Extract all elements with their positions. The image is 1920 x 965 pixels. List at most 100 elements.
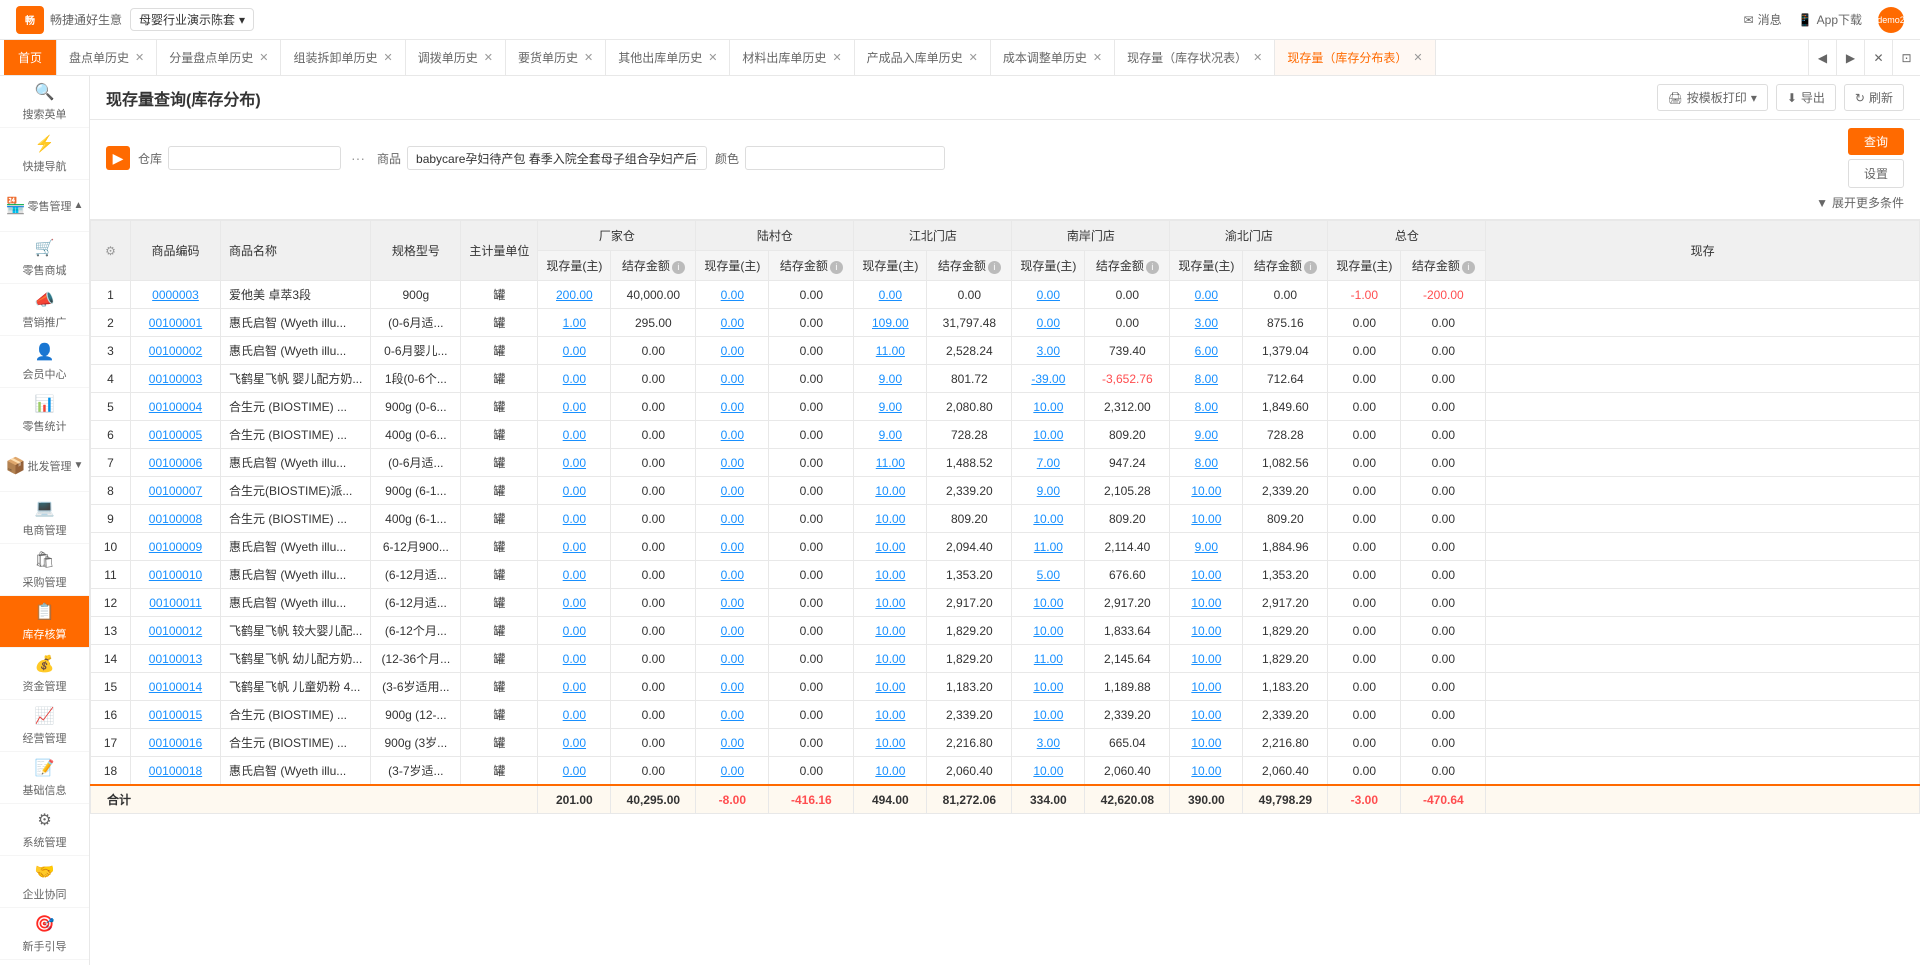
color-input[interactable] bbox=[745, 146, 945, 170]
cell-jb-amt: 2,528.24 bbox=[927, 337, 1012, 365]
close-icon[interactable]: ✕ bbox=[584, 51, 593, 64]
tab-product-in[interactable]: 产成品入库单历史 ✕ bbox=[855, 40, 991, 76]
refresh-btn[interactable]: ↻ 刷新 bbox=[1844, 84, 1904, 111]
settings-icon[interactable]: ⚙ bbox=[105, 244, 116, 258]
tab-stock-dist[interactable]: 现存量（库存分布表） ✕ bbox=[1275, 40, 1435, 76]
close-icon[interactable]: ✕ bbox=[1253, 51, 1262, 64]
warehouse-input[interactable] bbox=[168, 146, 341, 170]
code-link[interactable]: 00100015 bbox=[149, 708, 202, 722]
sidebar-item-retail-mgmt[interactable]: 🏪 零售管理 ▲ bbox=[0, 180, 89, 232]
sidebar-item-member[interactable]: 👤 会员中心 bbox=[0, 336, 89, 388]
tab-next-btn[interactable]: ▶ bbox=[1836, 40, 1864, 76]
cell-na-amt: 809.20 bbox=[1085, 421, 1170, 449]
code-link[interactable]: 00100011 bbox=[149, 596, 202, 610]
info-icon[interactable]: i bbox=[988, 261, 1001, 274]
code-link[interactable]: 00100013 bbox=[149, 652, 202, 666]
user-menu[interactable]: demo2 bbox=[1878, 7, 1904, 33]
close-icon[interactable]: ✕ bbox=[708, 51, 717, 64]
tab-stock-status[interactable]: 现存量（库存状况表） ✕ bbox=[1115, 40, 1275, 76]
sidebar-item-marketing[interactable]: 📣 营销推广 bbox=[0, 284, 89, 336]
code-link[interactable]: 00100006 bbox=[149, 456, 202, 470]
sidebar-item-purchase[interactable]: 🛍 采购管理 bbox=[0, 544, 89, 596]
cell-spec: (0-6月适... bbox=[371, 449, 461, 477]
close-icon[interactable]: ✕ bbox=[384, 51, 393, 64]
info-icon[interactable]: i bbox=[830, 261, 843, 274]
basic-icon: 📝 bbox=[35, 758, 55, 778]
info-icon[interactable]: i bbox=[1304, 261, 1317, 274]
tab-expand-btn[interactable]: ⊡ bbox=[1892, 40, 1920, 76]
tab-transfer[interactable]: 调拨单历史 ✕ bbox=[406, 40, 506, 76]
cell-yb-amt: 2,216.80 bbox=[1243, 729, 1328, 757]
sidebar-item-inventory[interactable]: 📋 库存核算 bbox=[0, 596, 89, 648]
cell-total-qty: 0.00 bbox=[1328, 617, 1401, 645]
sidebar-item-wholesale[interactable]: 📦 批发管理 ▼ bbox=[0, 440, 89, 492]
dots-icon[interactable]: ··· bbox=[347, 150, 369, 166]
close-icon[interactable]: ✕ bbox=[135, 51, 144, 64]
code-link[interactable]: 00100014 bbox=[149, 680, 202, 694]
expand-conditions-btn[interactable]: ▼ 展开更多条件 bbox=[1816, 194, 1904, 211]
info-icon[interactable]: i bbox=[1462, 261, 1475, 274]
sidebar-item-ops[interactable]: 📈 经营管理 bbox=[0, 700, 89, 752]
filter-toggle-btn[interactable]: ▶ bbox=[106, 146, 130, 170]
sidebar-item-shortcut[interactable]: ⚡ 快捷导航 bbox=[0, 128, 89, 180]
sidebar-item-ecommerce[interactable]: 💻 电商管理 bbox=[0, 492, 89, 544]
code-link[interactable]: 00100002 bbox=[149, 344, 202, 358]
app-download-btn[interactable]: 📱 App下载 bbox=[1798, 11, 1862, 28]
sidebar-item-search[interactable]: 🔍 搜索英单 bbox=[0, 76, 89, 128]
tab-material-out[interactable]: 材料出库单历史 ✕ bbox=[730, 40, 854, 76]
code-link[interactable]: 00100012 bbox=[149, 624, 202, 638]
tab-prev-btn[interactable]: ◀ bbox=[1808, 40, 1836, 76]
close-icon[interactable]: ✕ bbox=[259, 51, 268, 64]
code-link[interactable]: 00100008 bbox=[149, 512, 202, 526]
export-btn[interactable]: ⬇ 导出 bbox=[1776, 84, 1836, 111]
code-link[interactable]: 00100004 bbox=[149, 400, 202, 414]
system-icon: ⚙ bbox=[37, 810, 51, 830]
code-link[interactable]: 00100010 bbox=[149, 568, 202, 582]
close-icon[interactable]: ✕ bbox=[1093, 51, 1102, 64]
setting-btn[interactable]: 设置 bbox=[1848, 159, 1904, 188]
cell-unit: 罐 bbox=[461, 421, 538, 449]
tab-combo[interactable]: 组装拆卸单历史 ✕ bbox=[281, 40, 405, 76]
ops-icon: 📈 bbox=[35, 706, 55, 726]
tab-sub-stocktake[interactable]: 分量盘点单历史 ✕ bbox=[157, 40, 281, 76]
tab-home[interactable]: 首页 bbox=[4, 40, 57, 76]
close-icon[interactable]: ✕ bbox=[484, 51, 493, 64]
tab-stocktake[interactable]: 盘点单历史 ✕ bbox=[57, 40, 157, 76]
code-link[interactable]: 00100003 bbox=[149, 372, 202, 386]
sidebar-item-basic[interactable]: 📝 基础信息 bbox=[0, 752, 89, 804]
sidebar-item-finance[interactable]: 💰 资金管理 bbox=[0, 648, 89, 700]
info-icon[interactable]: i bbox=[672, 261, 685, 274]
code-link[interactable]: 00100018 bbox=[149, 764, 202, 778]
message-btn[interactable]: ✉ 消息 bbox=[1744, 11, 1782, 28]
chevron-down-icon: ▼ bbox=[74, 460, 84, 471]
close-icon[interactable]: ✕ bbox=[832, 51, 841, 64]
tab-request[interactable]: 要货单历史 ✕ bbox=[506, 40, 606, 76]
sidebar-item-app-center[interactable]: 🔧 应用中心 bbox=[0, 960, 89, 965]
cell-spec: (3-7岁适... bbox=[371, 757, 461, 786]
code-link[interactable]: 00100016 bbox=[149, 736, 202, 750]
tab-close-btn[interactable]: ✕ bbox=[1864, 40, 1892, 76]
close-icon[interactable]: ✕ bbox=[969, 51, 978, 64]
code-link[interactable]: 0000003 bbox=[152, 288, 199, 302]
sidebar-item-system[interactable]: ⚙ 系统管理 bbox=[0, 804, 89, 856]
code-link[interactable]: 00100005 bbox=[149, 428, 202, 442]
cell-yb-qty: 10.00 bbox=[1170, 673, 1243, 701]
tab-cost-adjust[interactable]: 成本调整单历史 ✕ bbox=[991, 40, 1115, 76]
cell-no: 16 bbox=[91, 701, 131, 729]
code-link[interactable]: 00100001 bbox=[149, 316, 202, 330]
print-btn[interactable]: 🖨 按模板打印 ▾ bbox=[1657, 84, 1768, 111]
close-icon[interactable]: ✕ bbox=[1413, 51, 1422, 64]
sidebar-item-enterprise[interactable]: 🤝 企业协同 bbox=[0, 856, 89, 908]
goods-input[interactable] bbox=[407, 146, 707, 170]
sidebar-item-retail-shop[interactable]: 🛒 零售商城 bbox=[0, 232, 89, 284]
query-btn[interactable]: 查询 bbox=[1848, 128, 1904, 155]
sidebar-item-guide[interactable]: 🎯 新手引导 bbox=[0, 908, 89, 960]
industry-selector[interactable]: 母婴行业演示陈套 ▾ bbox=[130, 8, 254, 31]
tab-other-out[interactable]: 其他出库单历史 ✕ bbox=[606, 40, 730, 76]
code-link[interactable]: 00100007 bbox=[149, 484, 202, 498]
info-icon[interactable]: i bbox=[1146, 261, 1159, 274]
cell-yb-qty: 10.00 bbox=[1170, 645, 1243, 673]
guide-icon: 🎯 bbox=[35, 914, 55, 934]
code-link[interactable]: 00100009 bbox=[149, 540, 202, 554]
sidebar-item-retail-stats[interactable]: 📊 零售统计 bbox=[0, 388, 89, 440]
